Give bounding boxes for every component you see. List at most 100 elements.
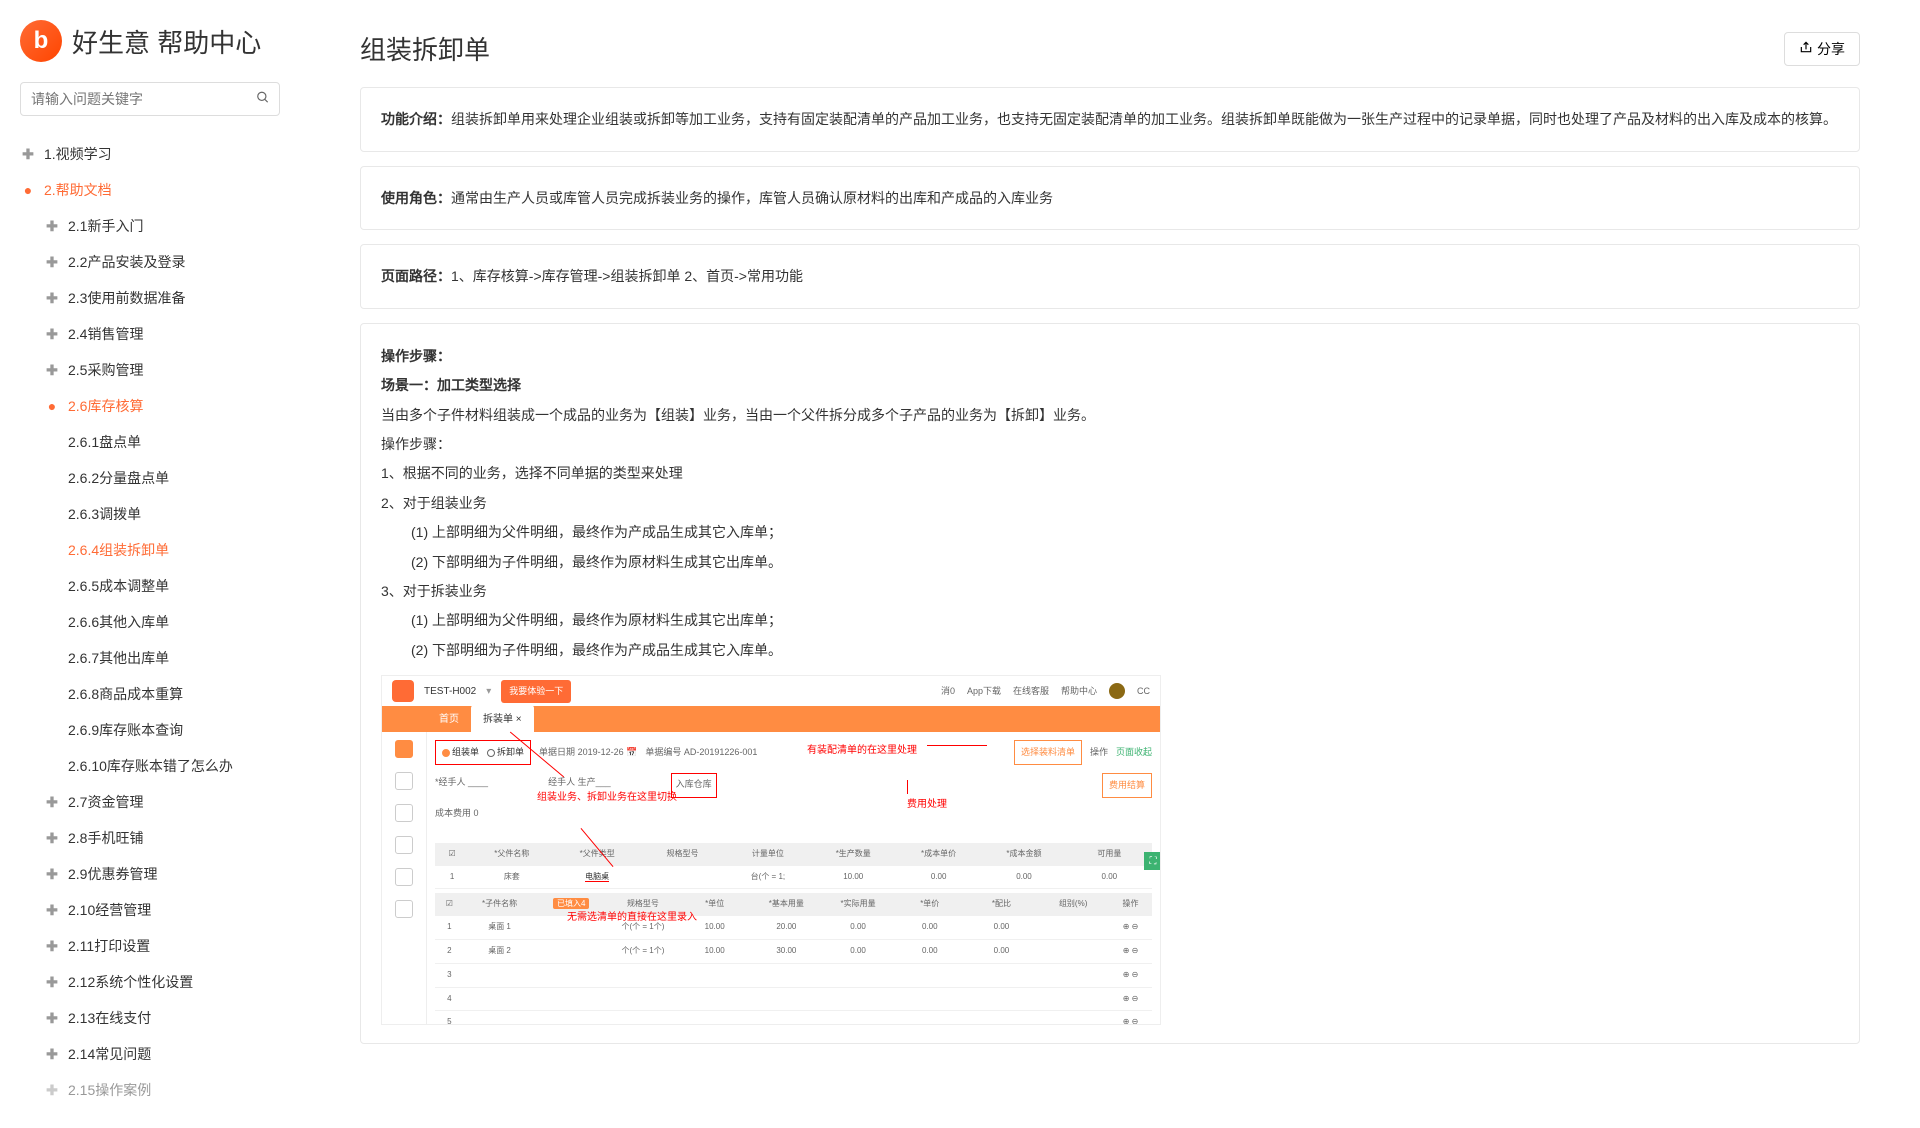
sidebar-item-2-12[interactable]: ✚2.12系统个性化设置 bbox=[44, 964, 280, 1000]
steps-label: 操作步骤： bbox=[381, 342, 1839, 371]
intro-box: 功能介绍：组装拆卸单用来处理企业组装或拆卸等加工业务，支持有固定装配清单的产品加… bbox=[360, 87, 1860, 152]
nav-list: ✚1.视频学习 ●2.帮助文档 ✚2.1新手入门 ✚2.2产品安装及登录 ✚2.… bbox=[20, 136, 280, 1108]
page-header: 组装拆卸单 分享 bbox=[360, 30, 1860, 67]
plus-icon: ✚ bbox=[44, 794, 60, 810]
sidebar-item-2-6-6[interactable]: 2.6.6其他入库单 bbox=[68, 604, 280, 640]
intro-text: 组装拆卸单用来处理企业组装或拆卸等加工业务，支持有固定装配清单的产品加工业务，也… bbox=[451, 111, 1837, 127]
sidebar-item-2-6-9[interactable]: 2.6.9库存账本查询 bbox=[68, 712, 280, 748]
sidebar-item-2-1[interactable]: ✚2.1新手入门 bbox=[44, 208, 280, 244]
sidebar-item-2-6-8[interactable]: 2.6.8商品成本重算 bbox=[68, 676, 280, 712]
plus-icon: ✚ bbox=[44, 290, 60, 306]
minus-icon: ● bbox=[20, 182, 36, 198]
ss-nav-icon bbox=[395, 804, 413, 822]
ss-logo-icon bbox=[392, 680, 414, 702]
op-label: 操作步骤： bbox=[381, 430, 1839, 459]
plus-icon: ✚ bbox=[44, 218, 60, 234]
sidebar-item-2-6[interactable]: ●2.6库存核算 bbox=[44, 388, 280, 424]
step-1: 1、根据不同的业务，选择不同单据的类型来处理 bbox=[381, 459, 1839, 488]
plus-icon: ✚ bbox=[44, 1010, 60, 1026]
ss-parent-header: ☑ *父件名称 *父件类型 规格型号 计量单位 *生产数量 *成本单价 *成本金… bbox=[435, 843, 1152, 866]
logo-area: b 好生意 帮助中心 bbox=[20, 20, 280, 62]
ss-child-row: 2 桌面 2 个(个 = 1个) 10.00 30.00 0.00 0.00 0… bbox=[435, 940, 1152, 964]
ss-nav-icon bbox=[395, 836, 413, 854]
ss-top-bar: TEST-H002 ▾ 我要体验一下 消0 App下载 在线客服 帮助中心 CC bbox=[382, 676, 1160, 706]
sidebar-item-2-6-4[interactable]: 2.6.4组装拆卸单 bbox=[68, 532, 280, 568]
sidebar-item-2-9[interactable]: ✚2.9优惠券管理 bbox=[44, 856, 280, 892]
nav-item-docs[interactable]: ●2.帮助文档 bbox=[20, 172, 280, 208]
sidebar-item-2-4[interactable]: ✚2.4销售管理 bbox=[44, 316, 280, 352]
sidebar-item-2-6-3[interactable]: 2.6.3调拨单 bbox=[68, 496, 280, 532]
search-input[interactable] bbox=[20, 82, 280, 116]
ss-fee-settle: 费用结算 bbox=[1102, 773, 1152, 798]
ss-parent-row: 1 床套 电脑桌 台(个 = 1; 10.00 0.00 0.00 0.00 bbox=[435, 866, 1152, 890]
ss-sidebar bbox=[382, 732, 427, 1025]
plus-icon: ✚ bbox=[44, 902, 60, 918]
main-content: 组装拆卸单 分享 功能介绍：组装拆卸单用来处理企业组装或拆卸等加工业务，支持有固… bbox=[300, 0, 1920, 1128]
plus-icon: ✚ bbox=[44, 326, 60, 342]
ss-top-help: 帮助中心 bbox=[1061, 682, 1097, 701]
plus-icon: ✚ bbox=[44, 866, 60, 882]
ss-child-row: 1 桌面 1 个(个 = 1个) 10.00 20.00 0.00 0.00 0… bbox=[435, 916, 1152, 940]
sidebar-item-2-3[interactable]: ✚2.3使用前数据准备 bbox=[44, 280, 280, 316]
ss-material-button: 选择装料清单 bbox=[1014, 740, 1082, 765]
sidebar-item-2-6-5[interactable]: 2.6.5成本调整单 bbox=[68, 568, 280, 604]
plus-icon: ✚ bbox=[44, 1046, 60, 1062]
sidebar-item-2-6-1[interactable]: 2.6.1盘点单 bbox=[68, 424, 280, 460]
sidebar: b 好生意 帮助中心 ✚1.视频学习 ●2.帮助文档 ✚2.1新手入门 ✚2.2… bbox=[0, 0, 300, 1128]
sidebar-item-2-11[interactable]: ✚2.11打印设置 bbox=[44, 928, 280, 964]
ss-try-button: 我要体验一下 bbox=[501, 680, 571, 703]
sidebar-item-2-7[interactable]: ✚2.7资金管理 bbox=[44, 784, 280, 820]
sidebar-item-2-13[interactable]: ✚2.13在线支付 bbox=[44, 1000, 280, 1036]
share-icon bbox=[1799, 40, 1813, 57]
role-box: 使用角色：通常由生产人员或库管人员完成拆装业务的操作，库管人员确认原材料的出库和… bbox=[360, 166, 1860, 231]
ss-top-user: CC bbox=[1137, 682, 1150, 701]
ss-tab-assembly: 拆装单 × bbox=[471, 705, 534, 734]
plus-icon: ✚ bbox=[44, 254, 60, 270]
ss-avatar-icon bbox=[1109, 683, 1125, 699]
ss-main-panel: 组装单 拆卸单 单据日期 2019-12-26 📅 单据编号 AD-201912… bbox=[427, 732, 1160, 1025]
step-3: 3、对于拆装业务 bbox=[381, 577, 1839, 606]
sidebar-item-2-8[interactable]: ✚2.8手机旺铺 bbox=[44, 820, 280, 856]
sidebar-item-2-10[interactable]: ✚2.10经营管理 bbox=[44, 892, 280, 928]
path-box: 页面路径：1、库存核算->库存管理->组装拆卸单 2、首页->常用功能 bbox=[360, 244, 1860, 309]
role-text: 通常由生产人员或库管人员完成拆装业务的操作，库管人员确认原材料的出库和产成品的入… bbox=[451, 190, 1053, 206]
ss-test-id: TEST-H002 bbox=[424, 681, 476, 702]
ss-tab-home: 首页 bbox=[427, 705, 471, 734]
sidebar-item-2-14[interactable]: ✚2.14常见问题 bbox=[44, 1036, 280, 1072]
ss-annotation: 费用处理 bbox=[907, 794, 947, 815]
logo-text: 好生意 帮助中心 bbox=[72, 23, 261, 60]
inline-screenshot: TEST-H002 ▾ 我要体验一下 消0 App下载 在线客服 帮助中心 CC… bbox=[381, 675, 1161, 1025]
sidebar-item-2-6-7[interactable]: 2.6.7其他出库单 bbox=[68, 640, 280, 676]
plus-icon: ✚ bbox=[44, 974, 60, 990]
plus-icon: ✚ bbox=[44, 830, 60, 846]
sidebar-item-2-15[interactable]: ✚2.15操作案例 bbox=[44, 1072, 280, 1108]
search-icon[interactable] bbox=[256, 91, 270, 108]
ss-top-service: 在线客服 bbox=[1013, 682, 1049, 701]
path-text: 1、库存核算->库存管理->组装拆卸单 2、首页->常用功能 bbox=[451, 268, 803, 284]
logo-icon: b bbox=[20, 20, 62, 62]
ss-expand-icon: ⛶ bbox=[1144, 852, 1161, 870]
ss-annotation: 组装业务、拆卸业务在这里切换 bbox=[537, 787, 677, 808]
sidebar-item-2-6-10[interactable]: 2.6.10库存账本错了怎么办 bbox=[68, 748, 280, 784]
path-label: 页面路径： bbox=[381, 268, 451, 284]
ss-home-icon bbox=[395, 740, 413, 758]
ss-nav-icon bbox=[395, 868, 413, 886]
scene-title: 场景一：加工类型选择 bbox=[381, 371, 1839, 400]
page-title: 组装拆卸单 bbox=[360, 30, 490, 67]
step-2-2: (2) 下部明细为子件明细，最终作为原材料生成其它出库单。 bbox=[381, 548, 1839, 577]
plus-icon: ✚ bbox=[20, 146, 36, 162]
step-2: 2、对于组装业务 bbox=[381, 489, 1839, 518]
steps-box: 操作步骤： 场景一：加工类型选择 当由多个子件材料组装成一个成品的业务为【组装】… bbox=[360, 323, 1860, 1044]
ss-tab-bar: 首页 拆装单 × bbox=[382, 706, 1160, 732]
ss-nav-icon bbox=[395, 772, 413, 790]
share-button[interactable]: 分享 bbox=[1784, 32, 1860, 66]
ss-type-selector: 组装单 拆卸单 bbox=[435, 740, 531, 765]
nav-item-video[interactable]: ✚1.视频学习 bbox=[20, 136, 280, 172]
ss-top-msg: 消0 bbox=[941, 682, 955, 701]
ss-annotation: 无需选清单的直接在这里录入 bbox=[567, 907, 697, 928]
ss-top-app: App下载 bbox=[967, 682, 1001, 701]
sidebar-item-2-2[interactable]: ✚2.2产品安装及登录 bbox=[44, 244, 280, 280]
step-3-1: (1) 上部明细为父件明细，最终作为原材料生成其它出库单； bbox=[381, 606, 1839, 635]
sidebar-item-2-5[interactable]: ✚2.5采购管理 bbox=[44, 352, 280, 388]
sidebar-item-2-6-2[interactable]: 2.6.2分量盘点单 bbox=[68, 460, 280, 496]
